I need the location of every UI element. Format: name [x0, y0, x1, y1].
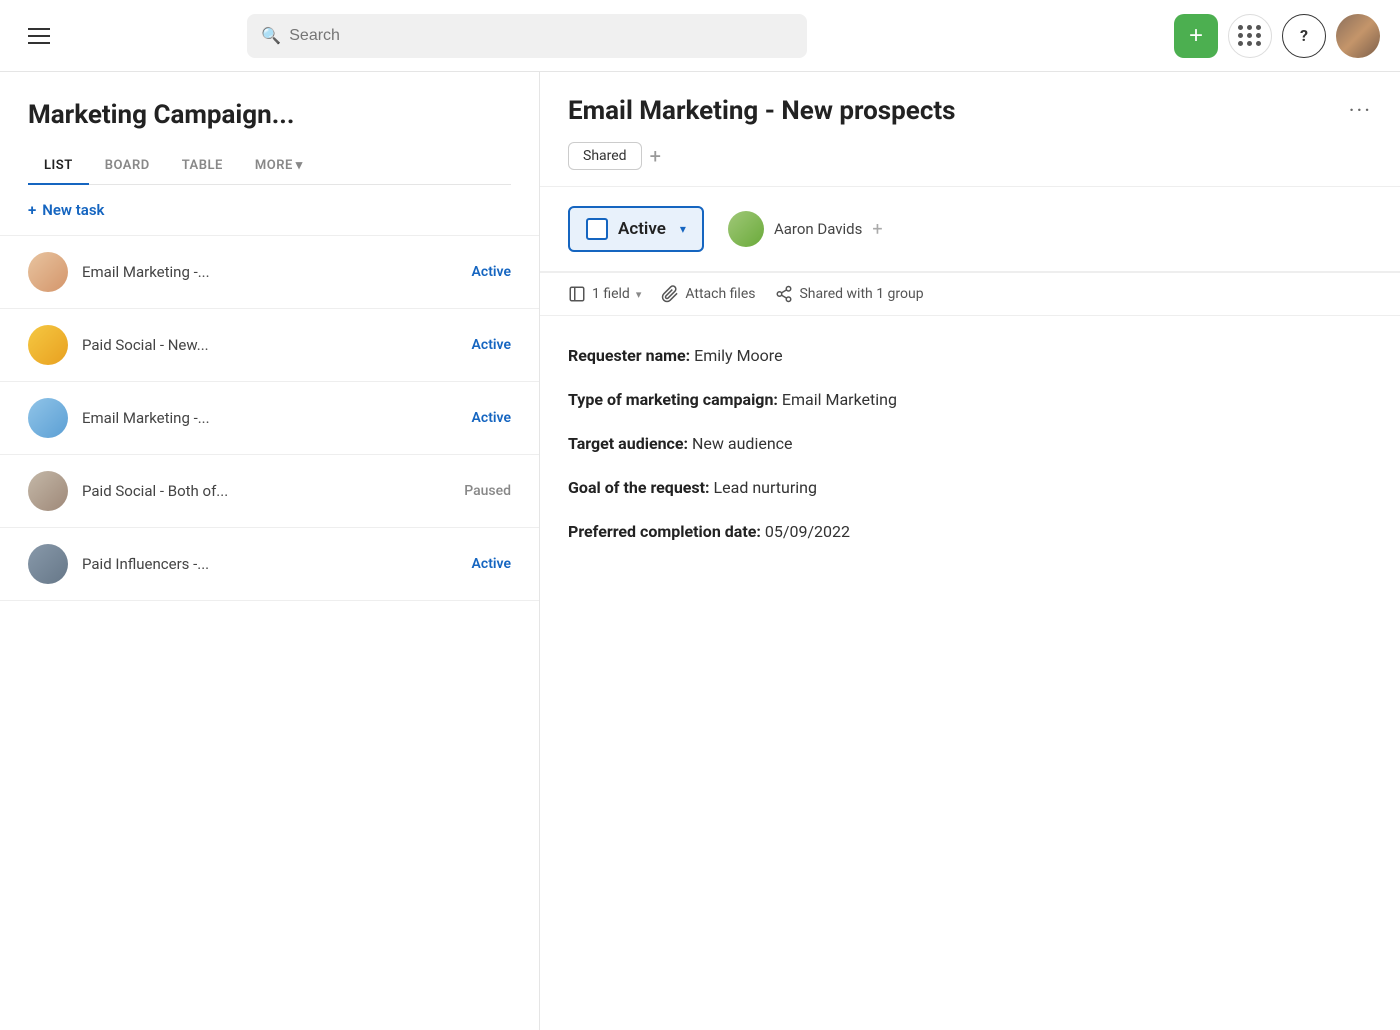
new-task-label: New task [42, 201, 104, 219]
status-section: Active ▾ Aaron Davids + [540, 187, 1400, 273]
help-button[interactable]: ? [1282, 14, 1326, 58]
shared-tag[interactable]: Shared [568, 142, 642, 170]
detail-field: Type of marketing campaign: Email Market… [568, 388, 1372, 412]
tab-table[interactable]: TABLE [166, 148, 239, 185]
field-icon [568, 285, 586, 303]
field-label-campaign-type: Type of marketing campaign: [568, 390, 778, 409]
toolbar-row: 1 field ▾ Attach files Shared with 1 gro… [540, 273, 1400, 316]
nav-actions: + ? [1174, 14, 1380, 58]
field-label-goal: Goal of the request: [568, 478, 710, 497]
status-badge: Active [472, 556, 511, 572]
field-toolbar-item[interactable]: 1 field ▾ [568, 285, 641, 303]
field-label: 1 field [592, 286, 630, 302]
shared-group-label: Shared with 1 group [799, 286, 923, 302]
task-name: Email Marketing -... [82, 409, 458, 427]
tab-more[interactable]: MORE ▾ [239, 148, 319, 185]
detail-field: Target audience: New audience [568, 432, 1372, 456]
avatar [28, 252, 68, 292]
new-task-button[interactable]: + New task [0, 185, 539, 236]
task-item[interactable]: Email Marketing -... Active [0, 382, 539, 455]
hamburger-menu[interactable] [20, 20, 58, 52]
field-value-goal: Lead nurturing [714, 478, 817, 497]
user-avatar[interactable] [1336, 14, 1380, 58]
status-badge: Active [472, 410, 511, 426]
avatar [28, 471, 68, 511]
field-label-completion-date: Preferred completion date: [568, 522, 761, 541]
status-badge: Active [472, 264, 511, 280]
status-row: Active ▾ Aaron Davids + [540, 187, 1400, 272]
task-name: Paid Social - New... [82, 336, 458, 354]
share-icon [775, 285, 793, 303]
chevron-down-icon: ▾ [636, 288, 642, 301]
task-name: Email Marketing -... [82, 263, 458, 281]
status-checkbox [586, 218, 608, 240]
main-content: Marketing Campaign... LIST BOARD TABLE M… [0, 72, 1400, 1030]
tab-board[interactable]: BOARD [89, 148, 166, 185]
field-value-requester: Emily Moore [694, 346, 782, 365]
task-item[interactable]: Paid Social - New... Active [0, 309, 539, 382]
top-nav: 🔍 + ? [0, 0, 1400, 72]
detail-field: Goal of the request: Lead nurturing [568, 476, 1372, 500]
plus-icon: + [28, 201, 36, 219]
more-options-button[interactable]: ··· [1349, 99, 1372, 124]
project-title: Marketing Campaign... [28, 100, 511, 130]
avatar [28, 325, 68, 365]
detail-field: Preferred completion date: 05/09/2022 [568, 520, 1372, 544]
status-dropdown[interactable]: Active ▾ [568, 206, 704, 252]
task-list: Email Marketing -... Active Paid Social … [0, 236, 539, 1030]
field-label-target-audience: Target audience: [568, 434, 688, 453]
task-item[interactable]: Paid Social - Both of... Paused [0, 455, 539, 528]
chevron-down-icon: ▾ [296, 158, 303, 173]
search-bar: 🔍 [247, 14, 807, 58]
grid-button[interactable] [1228, 14, 1272, 58]
left-header: Marketing Campaign... LIST BOARD TABLE M… [0, 72, 539, 185]
detail-title: Email Marketing - New prospects [568, 96, 956, 126]
attach-files-toolbar-item[interactable]: Attach files [661, 285, 755, 303]
assignee-avatar [728, 211, 764, 247]
search-icon: 🔍 [261, 26, 281, 45]
field-value-campaign-type: Email Marketing [782, 390, 897, 409]
add-tag-button[interactable]: + [650, 144, 661, 168]
detail-title-row: Email Marketing - New prospects ··· [568, 96, 1372, 126]
status-badge: Active [472, 337, 511, 353]
chevron-down-icon: ▾ [680, 222, 686, 236]
field-label-requester: Requester name: [568, 346, 690, 365]
task-item[interactable]: Paid Influencers -... Active [0, 528, 539, 601]
detail-fields: Requester name: Emily Moore Type of mark… [540, 316, 1400, 572]
attach-files-label: Attach files [685, 286, 755, 302]
add-assignee-button[interactable]: + [872, 219, 882, 240]
paperclip-icon [661, 285, 679, 303]
task-name: Paid Influencers -... [82, 555, 458, 573]
tab-bar: LIST BOARD TABLE MORE ▾ [28, 148, 511, 185]
assignee-name: Aaron Davids [774, 220, 862, 238]
add-button[interactable]: + [1174, 14, 1218, 58]
avatar [28, 398, 68, 438]
task-item[interactable]: Email Marketing -... Active [0, 236, 539, 309]
field-value-target-audience: New audience [692, 434, 793, 453]
avatar [28, 544, 68, 584]
task-name: Paid Social - Both of... [82, 482, 450, 500]
search-input[interactable] [289, 27, 793, 45]
shared-group-toolbar-item[interactable]: Shared with 1 group [775, 285, 923, 303]
grid-dots-icon [1238, 25, 1262, 46]
tags-row: Shared + [568, 142, 1372, 170]
right-panel: Email Marketing - New prospects ··· Shar… [540, 72, 1400, 1030]
detail-field: Requester name: Emily Moore [568, 344, 1372, 368]
tab-list[interactable]: LIST [28, 148, 89, 185]
status-label: Active [618, 219, 666, 239]
status-badge: Paused [464, 483, 511, 499]
assignee-row: Aaron Davids + [728, 199, 883, 259]
left-panel: Marketing Campaign... LIST BOARD TABLE M… [0, 72, 540, 1030]
right-header: Email Marketing - New prospects ··· Shar… [540, 72, 1400, 187]
field-value-completion-date: 05/09/2022 [765, 522, 850, 541]
